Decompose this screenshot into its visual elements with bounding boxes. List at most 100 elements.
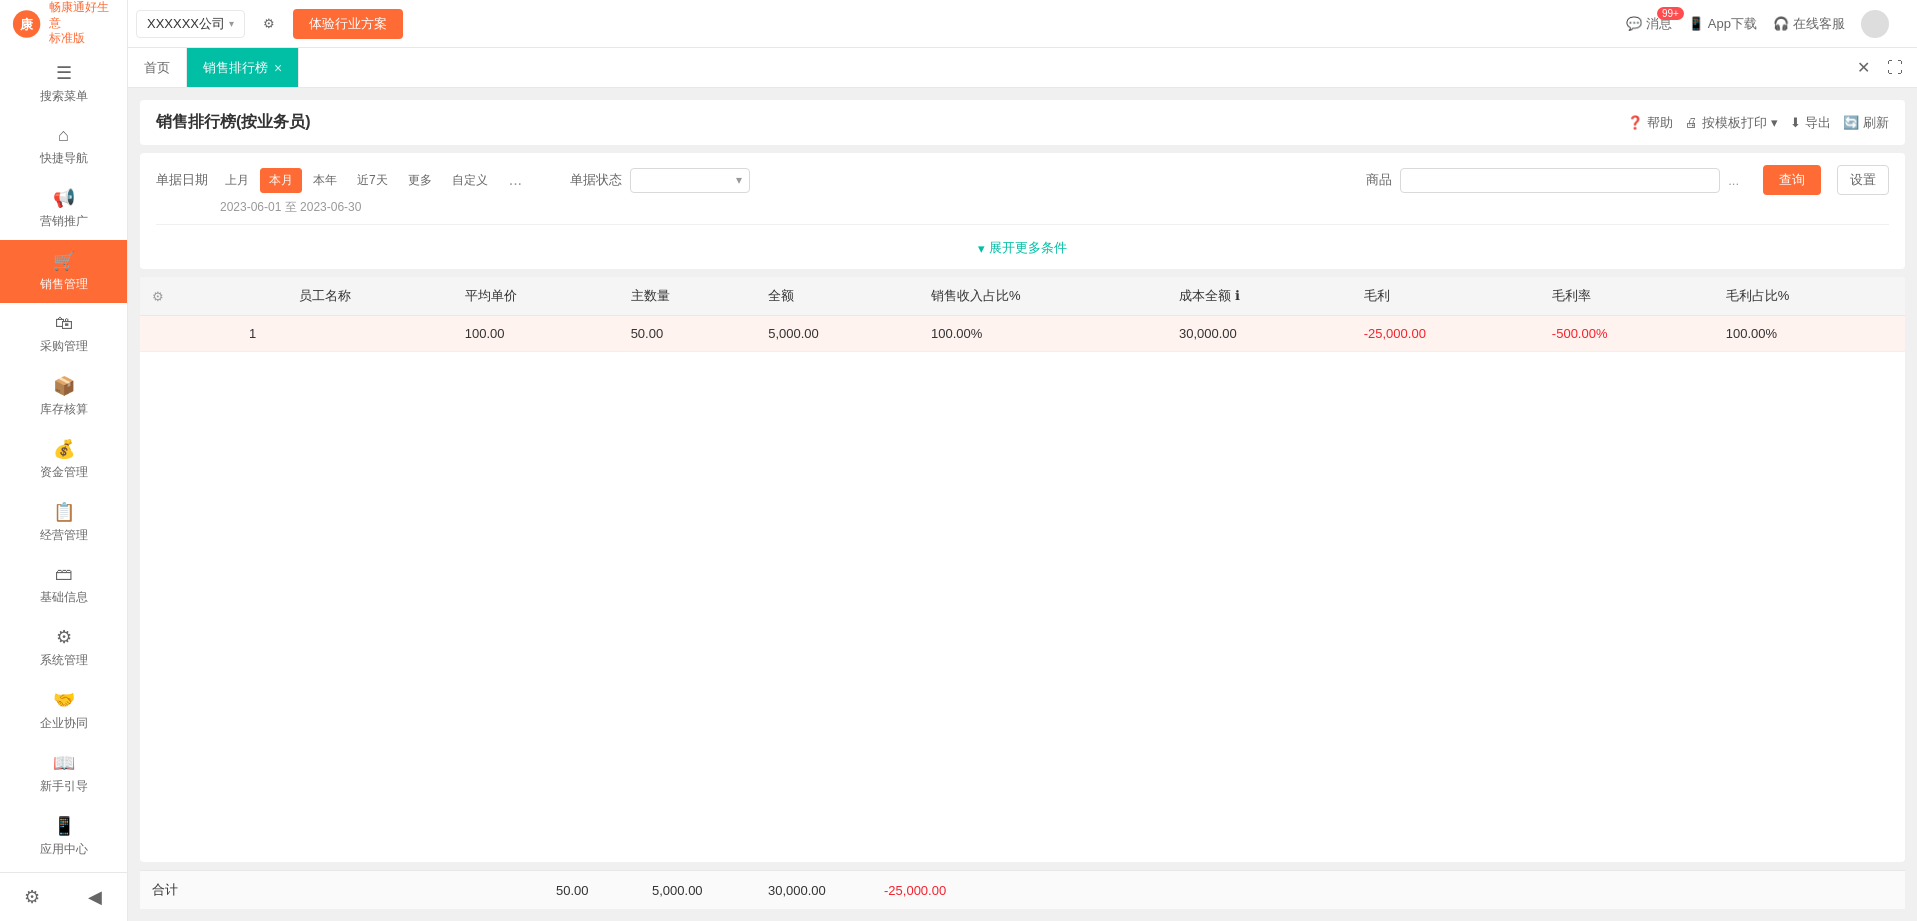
purchase-icon: 🛍 <box>55 313 73 334</box>
table-area: ⚙员工名称平均单价主数量全额销售收入占比%成本全额 ℹ毛利毛利率毛利占比% 11… <box>140 277 1905 862</box>
sidebar-label-appcenter: 应用中心 <box>40 841 88 858</box>
footer-cost: 30,000.00 <box>768 883 868 898</box>
cell-0-3: 100.00 <box>453 316 619 352</box>
tab-close-all-button[interactable]: ✕ <box>1849 54 1877 82</box>
tab-home[interactable]: 首页 <box>128 48 187 87</box>
sidebar-item-search[interactable]: ☰ 搜索菜单 <box>0 52 127 115</box>
company-name: XXXXXX公司 <box>147 15 225 33</box>
help-button[interactable]: ❓ 帮助 <box>1627 114 1673 132</box>
cell-0-5: 5,000.00 <box>756 316 919 352</box>
message-button[interactable]: 💬 消息 99+ <box>1626 15 1672 33</box>
sidebar-item-shortcut[interactable]: ⌂ 快捷导航 <box>0 115 127 177</box>
print-icon: 🖨 <box>1685 115 1698 130</box>
settings-button[interactable]: 设置 <box>1837 165 1889 195</box>
more-filter-dots[interactable]: ... <box>1728 173 1739 188</box>
sidebar-item-inventory[interactable]: 📦 库存核算 <box>0 365 127 428</box>
operation-icon: 📋 <box>53 501 75 523</box>
svg-text:康: 康 <box>19 16 34 31</box>
tab-label-sales-ranking: 销售排行榜 <box>203 59 268 77</box>
cell-0-10: 100.00% <box>1714 316 1905 352</box>
sidebar-item-basic[interactable]: 🗃 基础信息 <box>0 554 127 616</box>
tab-controls: ✕ ⛶ <box>1849 54 1917 82</box>
online-service-button[interactable]: 🎧 在线客服 <box>1773 15 1845 33</box>
gear-icon: ⚙ <box>263 16 275 31</box>
print-button[interactable]: 🖨 按模板打印 ▾ <box>1685 114 1778 132</box>
sidebar-label-marketing: 营销推广 <box>40 213 88 230</box>
sidebar-settings-button[interactable]: ⚙ <box>12 881 52 913</box>
logo-icon: 康 <box>12 8 41 40</box>
message-badge: 99+ <box>1657 7 1684 20</box>
col-header-sales_pct: 销售收入占比% <box>919 277 1167 316</box>
cell-0-0 <box>140 316 219 352</box>
cell-0-6: 100.00% <box>919 316 1167 352</box>
help-icon: ❓ <box>1627 115 1643 130</box>
date-range-text: 2023-06-01 至 2023-06-30 <box>220 200 361 214</box>
company-selector[interactable]: XXXXXX公司 ▾ <box>136 10 245 38</box>
refresh-button[interactable]: 🔄 刷新 <box>1843 114 1889 132</box>
sidebar-item-finance[interactable]: 💰 资金管理 <box>0 428 127 491</box>
cell-0-4: 50.00 <box>619 316 757 352</box>
topbar-settings-button[interactable]: ⚙ <box>253 8 285 40</box>
sidebar-label-search: 搜索菜单 <box>40 88 88 105</box>
main-area: ☰ 搜索菜单 ⌂ 快捷导航 📢 营销推广 🛒 销售管理 🛍 采购管理 📦 库存核… <box>0 48 1917 921</box>
export-button[interactable]: ⬇ 导出 <box>1790 114 1831 132</box>
status-select[interactable] <box>630 168 750 193</box>
date-tab-more[interactable]: 更多 <box>399 168 441 193</box>
app-download-button[interactable]: 📱 App下载 <box>1688 15 1757 33</box>
topbar-right: 💬 消息 99+ 📱 App下载 🎧 在线客服 <box>1626 10 1905 38</box>
sidebar-item-enterprise[interactable]: 🤝 企业协同 <box>0 679 127 742</box>
inventory-icon: 📦 <box>53 375 75 397</box>
export-icon: ⬇ <box>1790 115 1801 130</box>
sidebar-label-finance: 资金管理 <box>40 464 88 481</box>
col-header-qty: 主数量 <box>619 277 757 316</box>
goods-input[interactable] <box>1400 168 1720 193</box>
footer-label: 合计 <box>152 881 492 899</box>
date-tab-year[interactable]: 本年 <box>304 168 346 193</box>
cell-0-7: 30,000.00 <box>1167 316 1352 352</box>
refresh-icon: 🔄 <box>1843 115 1859 130</box>
cell-0-8: -25,000.00 <box>1352 316 1540 352</box>
page-actions: ❓ 帮助 🖨 按模板打印 ▾ ⬇ 导出 🔄 <box>1627 114 1889 132</box>
col-header-profit: 毛利 <box>1352 277 1540 316</box>
finance-icon: 💰 <box>53 438 75 460</box>
user-avatar[interactable] <box>1861 10 1889 38</box>
sidebar-label-shortcut: 快捷导航 <box>40 150 88 167</box>
sidebar-item-system[interactable]: ⚙ 系统管理 <box>0 616 127 679</box>
sidebar-item-guide[interactable]: 📖 新手引导 <box>0 742 127 805</box>
date-tab-7days[interactable]: 近7天 <box>348 168 397 193</box>
sidebar-label-sales: 销售管理 <box>40 276 88 293</box>
logo-area: 康 畅康通好生意 标准版 <box>0 0 128 48</box>
more-dots[interactable]: ... <box>509 171 522 189</box>
sidebar-item-marketing[interactable]: 📢 营销推广 <box>0 177 127 240</box>
marketing-icon: 📢 <box>53 187 75 209</box>
status-filter: 单据状态 ▾ <box>570 168 750 193</box>
tab-sales-ranking[interactable]: 销售排行榜 × <box>187 48 299 87</box>
sidebar-collapse-button[interactable]: ◀ <box>75 881 115 913</box>
goods-filter-label: 商品 <box>1366 171 1392 189</box>
sidebar-item-appcenter[interactable]: 📱 应用中心 <box>0 805 127 868</box>
cell-0-9: -500.00% <box>1540 316 1714 352</box>
sidebar-item-sales[interactable]: 🛒 销售管理 <box>0 240 127 303</box>
data-table: ⚙员工名称平均单价主数量全额销售收入占比%成本全额 ℹ毛利毛利率毛利占比% 11… <box>140 277 1905 352</box>
col-header-settings[interactable]: ⚙ <box>140 277 219 316</box>
sidebar-item-purchase[interactable]: 🛍 采购管理 <box>0 303 127 365</box>
tab-close-sales-ranking[interactable]: × <box>274 60 282 76</box>
sidebar-label-inventory: 库存核算 <box>40 401 88 418</box>
date-tab-last[interactable]: 上月 <box>216 168 258 193</box>
status-filter-label: 单据状态 <box>570 171 622 189</box>
expand-chevron-icon: ▾ <box>978 241 985 256</box>
expand-more-button[interactable]: ▾ 展开更多条件 <box>156 239 1889 257</box>
query-button[interactable]: 查询 <box>1763 165 1821 195</box>
trial-button[interactable]: 体验行业方案 <box>293 9 403 39</box>
table-row: 1100.0050.005,000.00100.00%30,000.00-25,… <box>140 316 1905 352</box>
date-tab-current[interactable]: 本月 <box>260 168 302 193</box>
col-header-amount: 全额 <box>756 277 919 316</box>
tab-maximize-button[interactable]: ⛶ <box>1881 54 1909 82</box>
sidebar-item-operation[interactable]: 📋 经营管理 <box>0 491 127 554</box>
date-tab-custom[interactable]: 自定义 <box>443 168 497 193</box>
mobile-icon: 📱 <box>1688 16 1704 31</box>
filter-row-1: 单据日期 上月本月本年近7天更多自定义 ... 单据状态 ▾ <box>156 165 1889 195</box>
cell-0-1: 1 <box>219 316 287 352</box>
top-bar: 康 畅康通好生意 标准版 XXXXXX公司 ▾ ⚙ 体验行业方案 💬 消息 99… <box>0 0 1917 48</box>
message-icon: 💬 <box>1626 16 1642 31</box>
